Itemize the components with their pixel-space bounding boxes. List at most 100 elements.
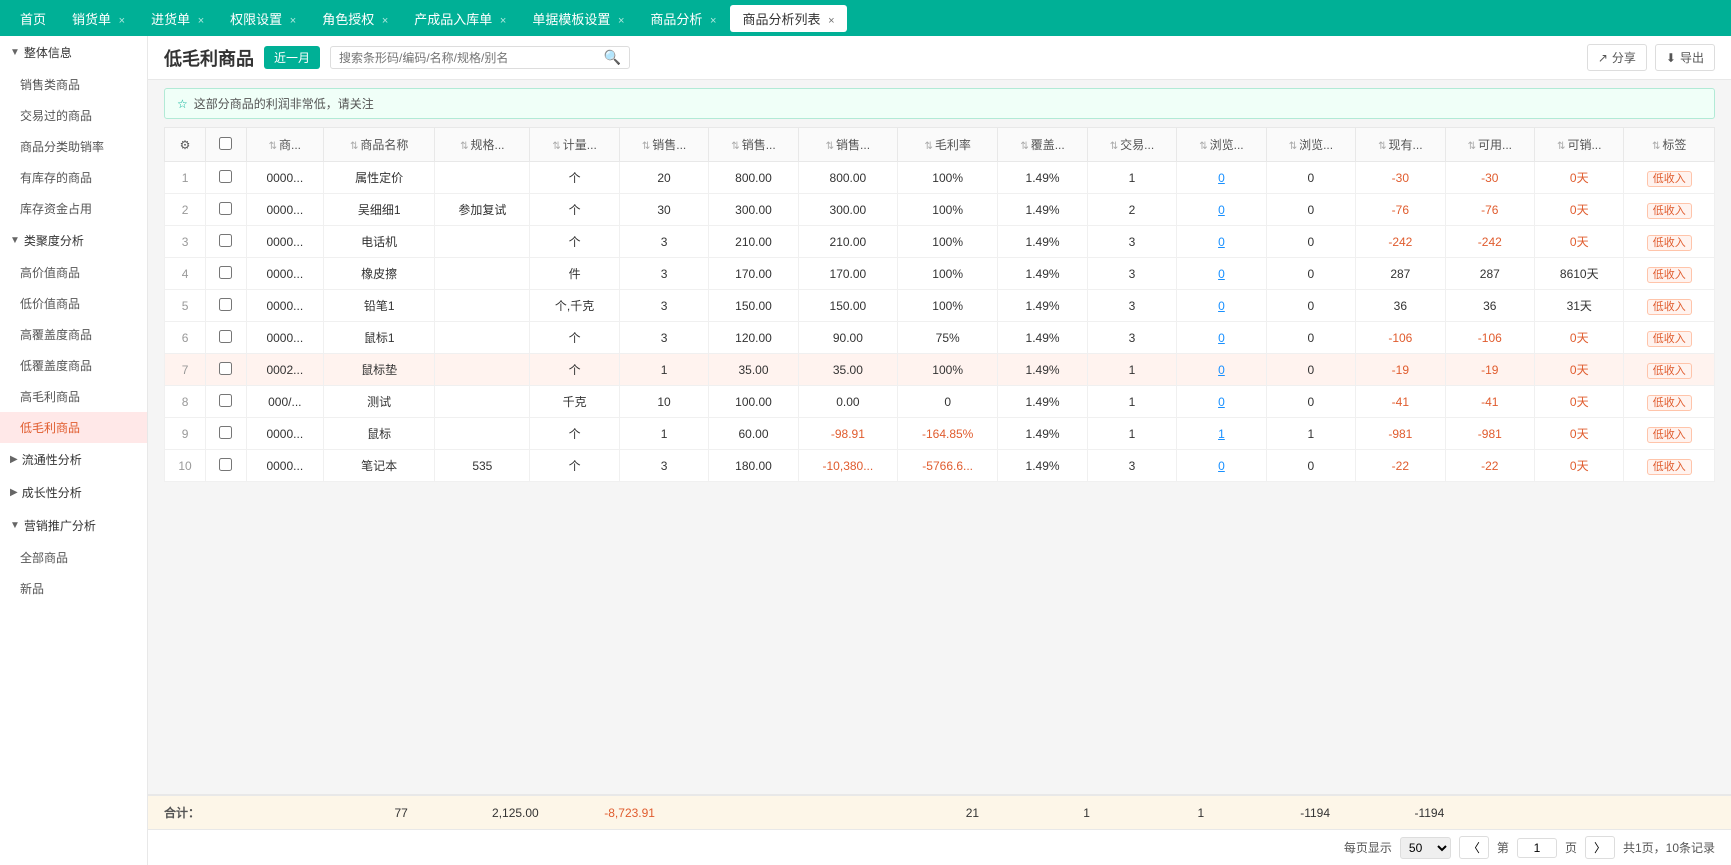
sidebar-item-low-coverage[interactable]: 低覆盖度商品 [0, 350, 147, 381]
close-icon[interactable]: × [500, 15, 506, 27]
close-icon[interactable]: × [198, 15, 204, 27]
nav-purchase-order[interactable]: 进货单 × [139, 5, 216, 32]
next-page-button[interactable]: 〉 [1585, 836, 1615, 859]
row-checkbox-cell[interactable] [206, 450, 247, 482]
th-settings[interactable]: ⚙ [165, 128, 206, 162]
sidebar-item-traded-products[interactable]: 交易过的商品 [0, 100, 147, 131]
row-checkbox[interactable] [219, 458, 232, 471]
nav-sales-order[interactable]: 销货单 × [60, 5, 137, 32]
period-button[interactable]: 近一月 [264, 46, 320, 69]
prev-page-button[interactable]: 〈 [1459, 836, 1489, 859]
close-icon[interactable]: × [382, 15, 388, 27]
th-code[interactable]: ⇅商... [246, 128, 323, 162]
export-button[interactable]: ⬇ 导出 [1655, 44, 1715, 71]
row-checkbox[interactable] [219, 202, 232, 215]
nav-product-analysis[interactable]: 商品分析 × [638, 5, 728, 32]
sidebar-item-all-products[interactable]: 全部商品 [0, 542, 147, 573]
th-sales-profit[interactable]: ⇅销售... [798, 128, 897, 162]
row-checkbox-cell[interactable] [206, 226, 247, 258]
page-input[interactable] [1517, 838, 1557, 858]
sidebar-section-marketing[interactable]: ▼ 营销推广分析 [0, 509, 147, 542]
close-icon[interactable]: × [290, 15, 296, 27]
sidebar-item-new-products[interactable]: 新品 [0, 573, 147, 604]
sidebar-item-sales-products[interactable]: 销售类商品 [0, 69, 147, 100]
row-checkbox-cell[interactable] [206, 354, 247, 386]
row-browse1[interactable]: 0 [1177, 162, 1266, 194]
sidebar-section-circulation[interactable]: ▶ 流通性分析 [0, 443, 147, 476]
select-all-checkbox[interactable] [219, 137, 232, 150]
row-browse1[interactable]: 0 [1177, 194, 1266, 226]
th-transaction[interactable]: ⇅交易... [1087, 128, 1176, 162]
table-container[interactable]: ⚙ ⇅商... ⇅商品名称 ⇅规格... ⇅计量... ⇅销售... ⇅销售..… [148, 119, 1731, 794]
th-checkbox[interactable] [206, 128, 247, 162]
row-browse1[interactable]: 0 [1177, 258, 1266, 290]
per-page-select[interactable]: 50 100 200 [1400, 837, 1451, 859]
th-available[interactable]: ⇅可用... [1445, 128, 1534, 162]
row-sales-profit: 210.00 [798, 226, 897, 258]
th-sellable[interactable]: ⇅可销... [1535, 128, 1624, 162]
row-checkbox-cell[interactable] [206, 162, 247, 194]
sidebar-item-high-margin[interactable]: 高毛利商品 [0, 381, 147, 412]
row-checkbox[interactable] [219, 234, 232, 247]
row-checkbox-cell[interactable] [206, 418, 247, 450]
th-current-stock[interactable]: ⇅现有... [1356, 128, 1445, 162]
th-sales-qty[interactable]: ⇅销售... [619, 128, 708, 162]
sidebar-section-growth[interactable]: ▶ 成长性分析 [0, 476, 147, 509]
nav-permissions[interactable]: 权限设置 × [218, 5, 308, 32]
sidebar-item-in-stock-products[interactable]: 有库存的商品 [0, 162, 147, 193]
sidebar-item-low-value[interactable]: 低价值商品 [0, 288, 147, 319]
row-checkbox[interactable] [219, 426, 232, 439]
row-browse1[interactable]: 0 [1177, 322, 1266, 354]
row-available: -242 [1445, 226, 1534, 258]
sidebar-item-category-sales-rate[interactable]: 商品分类助销率 [0, 131, 147, 162]
row-checkbox[interactable] [219, 362, 232, 375]
row-code: 0000... [246, 162, 323, 194]
sidebar-section-cluster[interactable]: ▼ 类聚度分析 [0, 224, 147, 257]
sidebar-item-inventory-capital[interactable]: 库存资金占用 [0, 193, 147, 224]
nav-role-auth[interactable]: 角色授权 × [310, 5, 400, 32]
row-available: -106 [1445, 322, 1534, 354]
search-input[interactable] [339, 51, 604, 65]
row-browse1[interactable]: 0 [1177, 450, 1266, 482]
nav-template-settings[interactable]: 单据模板设置 × [520, 5, 636, 32]
row-browse1[interactable]: 0 [1177, 354, 1266, 386]
close-icon[interactable]: × [828, 15, 834, 27]
row-browse1[interactable]: 0 [1177, 226, 1266, 258]
sidebar-section-overall[interactable]: ▼ 整体信息 [0, 36, 147, 69]
close-icon[interactable]: × [119, 15, 125, 27]
th-coverage[interactable]: ⇅覆盖... [998, 128, 1087, 162]
sidebar-item-high-coverage[interactable]: 高覆盖度商品 [0, 319, 147, 350]
nav-product-inbound[interactable]: 产成品入库单 × [402, 5, 518, 32]
sidebar-item-high-value[interactable]: 高价值商品 [0, 257, 147, 288]
row-browse1[interactable]: 0 [1177, 386, 1266, 418]
th-sales-price[interactable]: ⇅销售... [709, 128, 798, 162]
th-spec[interactable]: ⇅规格... [435, 128, 530, 162]
row-checkbox-cell[interactable] [206, 386, 247, 418]
row-checkbox[interactable] [219, 330, 232, 343]
row-checkbox-cell[interactable] [206, 258, 247, 290]
th-name[interactable]: ⇅商品名称 [324, 128, 435, 162]
close-icon[interactable]: × [710, 15, 716, 27]
th-tag[interactable]: ⇅标签 [1624, 128, 1715, 162]
row-checkbox[interactable] [219, 170, 232, 183]
th-browse1[interactable]: ⇅浏览... [1177, 128, 1266, 162]
close-icon[interactable]: × [618, 15, 624, 27]
row-checkbox-cell[interactable] [206, 322, 247, 354]
nav-product-analysis-list[interactable]: 商品分析列表 × [730, 5, 846, 32]
th-browse2[interactable]: ⇅浏览... [1266, 128, 1355, 162]
row-checkbox[interactable] [219, 298, 232, 311]
row-checkbox-cell[interactable] [206, 290, 247, 322]
sidebar-item-low-margin[interactable]: 低毛利商品 [0, 412, 147, 443]
total-page-label: 页 [1565, 839, 1577, 856]
th-gross-margin[interactable]: ⇅毛利率 [898, 128, 998, 162]
row-checkbox-cell[interactable] [206, 194, 247, 226]
row-num: 10 [165, 450, 206, 482]
share-button[interactable]: ↗ 分享 [1587, 44, 1647, 71]
row-checkbox[interactable] [219, 394, 232, 407]
row-browse1[interactable]: 1 [1177, 418, 1266, 450]
row-browse1[interactable]: 0 [1177, 290, 1266, 322]
nav-home[interactable]: 首页 [8, 5, 58, 32]
row-available: -981 [1445, 418, 1534, 450]
th-unit[interactable]: ⇅计量... [530, 128, 619, 162]
row-checkbox[interactable] [219, 266, 232, 279]
